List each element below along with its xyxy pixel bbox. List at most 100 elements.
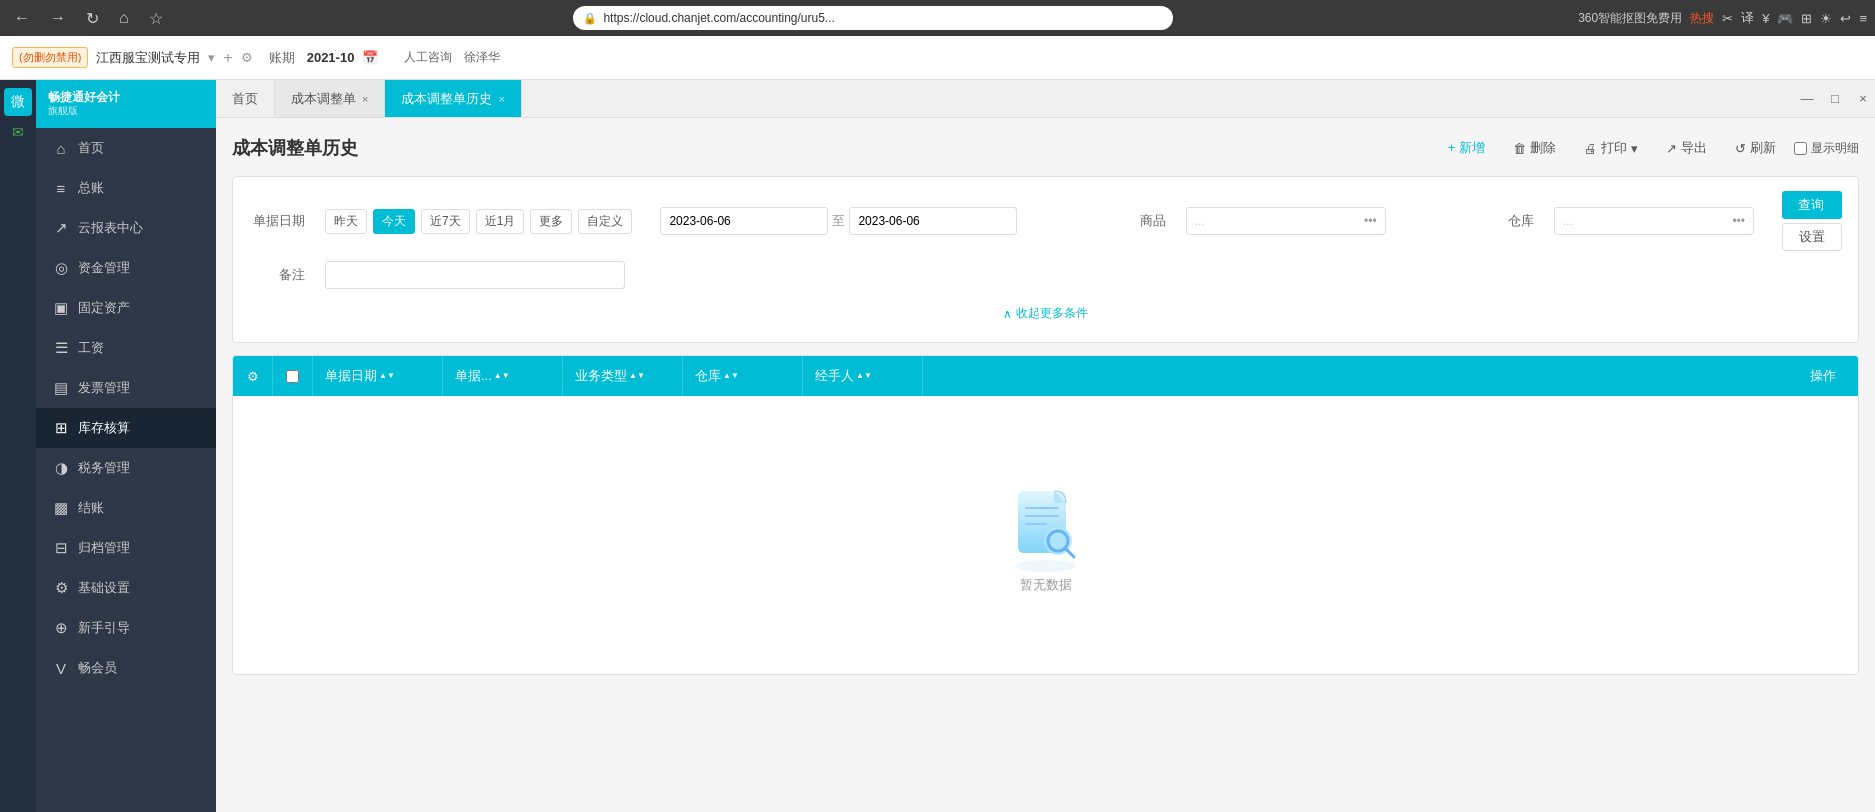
sidebar-item-inventory-label: 库存核算 xyxy=(78,419,130,437)
collapse-label: 收起更多条件 xyxy=(1016,305,1088,322)
date-7days-btn[interactable]: 近7天 xyxy=(421,209,470,234)
wallet-icon[interactable]: ¥ xyxy=(1762,11,1769,26)
date-yesterday-btn[interactable]: 昨天 xyxy=(325,209,367,234)
th-type[interactable]: 业务类型 ▲▼ xyxy=(563,356,683,396)
sidebar-item-guide[interactable]: ⊕ 新手引导 xyxy=(36,608,216,648)
th-settings[interactable]: ⚙ xyxy=(233,356,273,396)
sidebar-item-closing[interactable]: ▩ 结账 xyxy=(36,488,216,528)
date-from-input[interactable] xyxy=(660,207,828,235)
show-columns-label[interactable]: 显示明细 xyxy=(1794,140,1859,157)
settings-button[interactable]: 设置 xyxy=(1782,223,1842,251)
tab-cost-adjust[interactable]: 成本调整单 × xyxy=(275,80,385,117)
date-custom-btn[interactable]: 自定义 xyxy=(578,209,632,234)
back-button[interactable]: ← xyxy=(8,7,36,29)
close-button[interactable]: × xyxy=(1851,87,1875,111)
address-bar[interactable]: 🔒 https://cloud.chanjet.com/accounting/u… xyxy=(573,6,1173,30)
settings-gear-icon[interactable]: ⚙ xyxy=(241,50,253,65)
help-button[interactable]: 人工咨询 xyxy=(404,49,452,66)
th-handler-sort[interactable]: 经手人 ▲▼ xyxy=(815,367,872,385)
empty-state: 暂无数据 xyxy=(233,396,1858,674)
forward-button[interactable]: → xyxy=(44,7,72,29)
th-num[interactable]: 单据... ▲▼ xyxy=(443,356,563,396)
goods-select[interactable]: ... ••• xyxy=(1186,207,1386,235)
sidebar-item-member[interactable]: V 畅会员 xyxy=(36,648,216,688)
th-date[interactable]: 单据日期 ▲▼ xyxy=(313,356,443,396)
tab-cost-adjust-history[interactable]: 成本调整单历史 × xyxy=(385,80,521,117)
date-today-btn[interactable]: 今天 xyxy=(373,209,415,234)
th-date-sort[interactable]: 单据日期 ▲▼ xyxy=(325,367,395,385)
sidebar-item-home-label: 首页 xyxy=(78,139,104,157)
export-button[interactable]: ↗ 导出 xyxy=(1656,134,1717,162)
ssl-icon: 🔒 xyxy=(583,12,597,25)
main-layout: 微 ✉ 畅捷通好会计 旗舰版 ⌂ 首页 ≡ 总账 ↗ 云报表中心 xyxy=(0,80,1875,812)
sidebar-item-tax[interactable]: ◑ 税务管理 xyxy=(36,448,216,488)
brightness-icon[interactable]: ☀ xyxy=(1820,11,1832,26)
remark-input[interactable] xyxy=(325,261,625,289)
add-icon[interactable]: + xyxy=(223,49,232,67)
sidebar-item-salary[interactable]: ☰ 工资 xyxy=(36,328,216,368)
empty-text: 暂无数据 xyxy=(1020,576,1072,594)
translate-icon[interactable]: 译 xyxy=(1741,9,1754,27)
menu-icon[interactable]: ≡ xyxy=(1859,11,1867,26)
th-checkbox[interactable] xyxy=(273,356,313,396)
sidebar-item-inventory[interactable]: ⊞ 库存核算 xyxy=(36,408,216,448)
th-warehouse[interactable]: 仓库 ▲▼ xyxy=(683,356,803,396)
th-num-sort[interactable]: 单据... ▲▼ xyxy=(455,367,510,385)
warehouse-sort-arrows: ▲▼ xyxy=(723,372,739,380)
sidebar-item-fixed[interactable]: ▣ 固定资产 xyxy=(36,288,216,328)
query-button[interactable]: 查询 xyxy=(1782,191,1842,219)
grid-icon[interactable]: ⊞ xyxy=(1801,11,1812,26)
sidebar-item-invoice-label: 发票管理 xyxy=(78,379,130,397)
funds-icon: ◎ xyxy=(52,259,70,277)
sidebar-item-reports[interactable]: ↗ 云报表中心 xyxy=(36,208,216,248)
th-type-sort[interactable]: 业务类型 ▲▼ xyxy=(575,367,645,385)
left-icon-weibo[interactable]: 微 xyxy=(4,88,32,116)
sidebar-item-home[interactable]: ⌂ 首页 xyxy=(36,128,216,168)
sidebar-item-archive[interactable]: ⊟ 归档管理 xyxy=(36,528,216,568)
reload-button[interactable]: ↻ xyxy=(80,7,105,30)
tab-cost-adjust-history-close[interactable]: × xyxy=(498,93,504,105)
bookmark-button[interactable]: ☆ xyxy=(143,7,169,30)
maximize-button[interactable]: □ xyxy=(1823,87,1847,111)
home-button[interactable]: ⌂ xyxy=(113,7,135,29)
scissors-icon[interactable]: ✂ xyxy=(1722,11,1733,26)
warehouse-filter-label: 仓库 xyxy=(1478,212,1534,230)
tab-cost-adjust-close[interactable]: × xyxy=(362,93,368,105)
filter-panel: 单据日期 昨天 今天 近7天 近1月 更多 自定义 至 xyxy=(232,176,1859,343)
sidebar-item-closing-label: 结账 xyxy=(78,499,104,517)
user-actions: 人工咨询 徐泽华 xyxy=(404,49,500,66)
new-button[interactable]: + 新增 xyxy=(1438,134,1495,162)
inventory-icon: ⊞ xyxy=(52,419,70,437)
refresh-button[interactable]: ↺ 刷新 xyxy=(1725,134,1786,162)
sidebar-item-settings[interactable]: ⚙ 基础设置 xyxy=(36,568,216,608)
warehouse-select[interactable]: ... ••• xyxy=(1554,207,1754,235)
minimize-button[interactable]: — xyxy=(1795,87,1819,111)
date-to-input[interactable] xyxy=(849,207,1017,235)
left-icon-wechat[interactable]: ✉ xyxy=(4,118,32,146)
sidebar-item-ledger[interactable]: ≡ 总账 xyxy=(36,168,216,208)
collapse-button[interactable]: ∧ 收起更多条件 xyxy=(1003,299,1088,328)
sidebar-logo[interactable]: 畅捷通好会计 旗舰版 xyxy=(36,80,216,128)
sidebar-item-funds[interactable]: ◎ 资金管理 xyxy=(36,248,216,288)
remark-filter-label: 备注 xyxy=(249,266,305,284)
print-button[interactable]: 🖨 打印 ▾ xyxy=(1574,134,1648,162)
tab-home-label: 首页 xyxy=(232,90,258,108)
date-more-btn[interactable]: 更多 xyxy=(530,209,572,234)
sidebar-item-invoice[interactable]: ▤ 发票管理 xyxy=(36,368,216,408)
select-all-checkbox[interactable] xyxy=(286,370,299,383)
calendar-icon[interactable]: 📅 xyxy=(362,50,378,65)
th-handler[interactable]: 经手人 ▲▼ xyxy=(803,356,923,396)
th-handler-label: 经手人 xyxy=(815,367,854,385)
username-display[interactable]: 徐泽华 xyxy=(464,49,500,66)
refresh-icon: ↺ xyxy=(1735,141,1746,156)
undo-icon[interactable]: ↩ xyxy=(1840,11,1851,26)
date-1month-btn[interactable]: 近1月 xyxy=(476,209,525,234)
th-warehouse-sort[interactable]: 仓库 ▲▼ xyxy=(695,367,739,385)
tab-home[interactable]: 首页 xyxy=(216,80,275,117)
collapse-area: ∧ 收起更多条件 xyxy=(249,299,1842,328)
show-columns-checkbox[interactable] xyxy=(1794,142,1807,155)
company-dropdown-icon[interactable]: ▾ xyxy=(208,50,215,65)
tab-bar: 首页 成本调整单 × 成本调整单历史 × — □ × xyxy=(216,80,1875,118)
gamepad-icon[interactable]: 🎮 xyxy=(1777,11,1793,26)
delete-button[interactable]: 🗑 删除 xyxy=(1503,134,1566,162)
